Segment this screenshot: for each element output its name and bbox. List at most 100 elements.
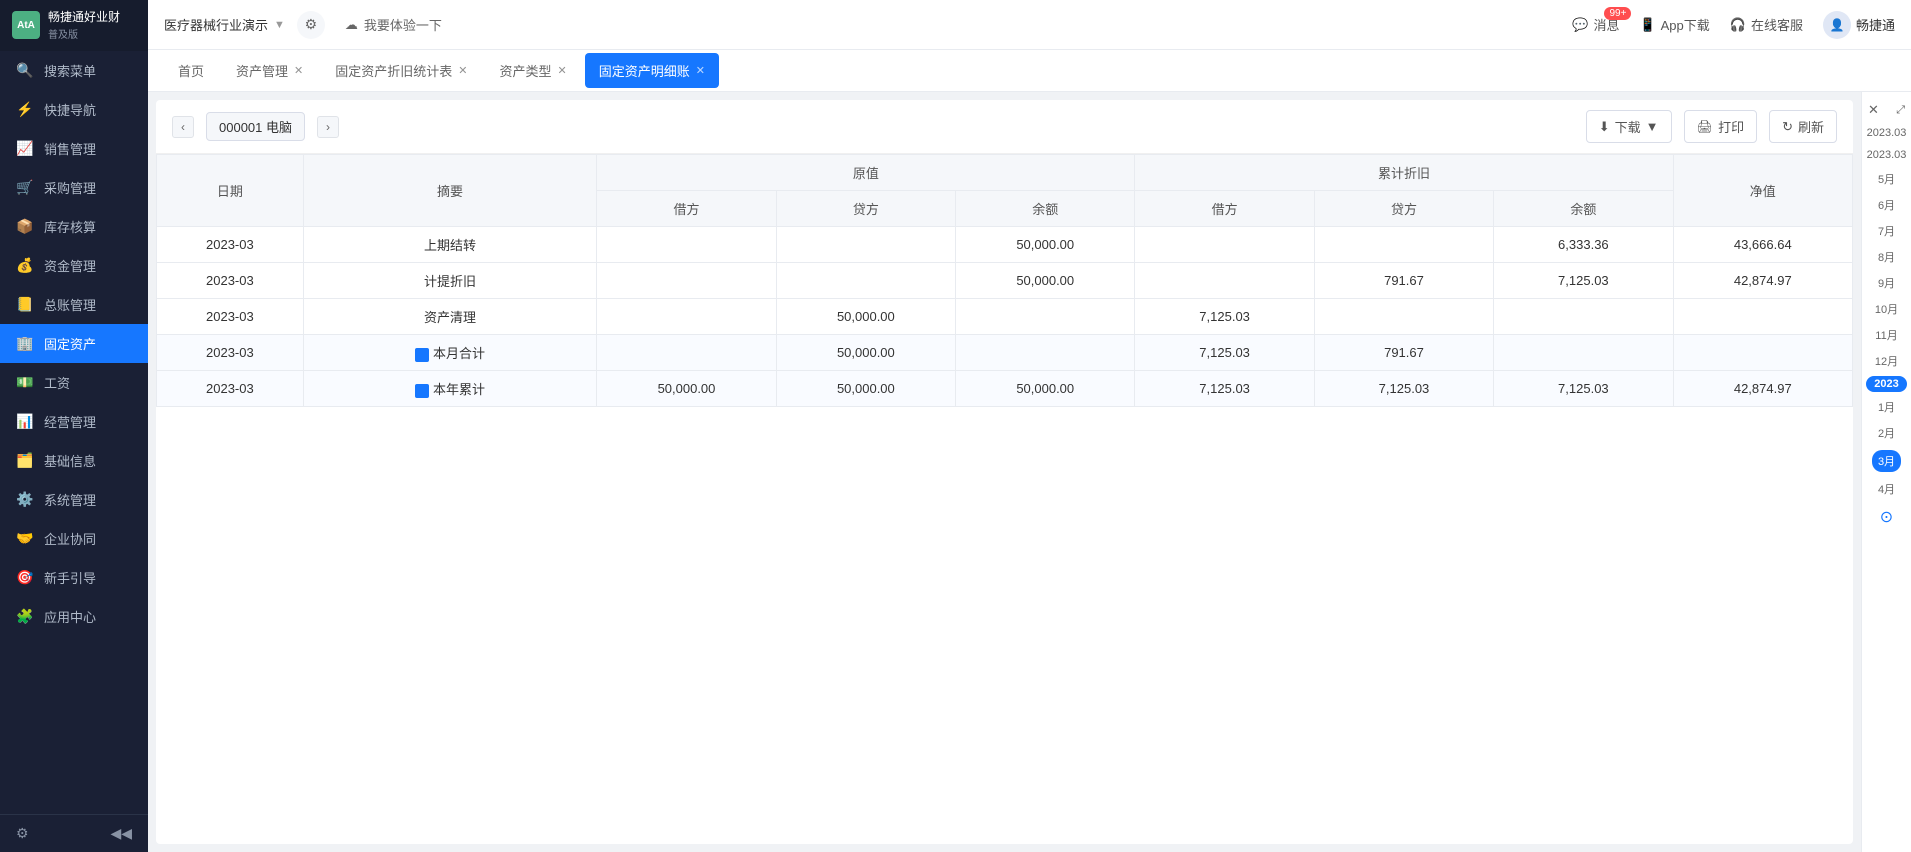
sidebar-item-app-center[interactable]: 🧩 应用中心 <box>0 597 148 636</box>
enterprise-icon: 🤝 <box>16 529 34 547</box>
timeline-month-7[interactable]: 7月 <box>1862 218 1911 244</box>
app-center-icon: 🧩 <box>16 607 34 625</box>
system-icon: ⚙️ <box>16 490 34 508</box>
message-icon: 💬 <box>1572 17 1588 33</box>
app-logo-icon: AtA <box>12 11 40 39</box>
timeline-month-9[interactable]: 9月 <box>1862 270 1911 296</box>
timeline-month-11[interactable]: 11月 <box>1862 322 1911 348</box>
refresh-icon: ↻ <box>1782 119 1793 135</box>
th-dep-debit: 借方 <box>1135 191 1314 227</box>
print-icon: 🖨 <box>1697 119 1714 135</box>
th-date: 日期 <box>157 155 304 227</box>
timeline-month-3-active[interactable]: 3月 <box>1872 450 1901 472</box>
sidebar-logo: AtA 畅捷通好业财 普及版 <box>0 0 148 51</box>
tab-close-asset-mgmt[interactable]: ✕ <box>294 64 303 77</box>
sidebar-item-funds[interactable]: 💰 资金管理 <box>0 246 148 285</box>
asset-code-tag: 000001 电脑 <box>206 112 305 141</box>
timeline-month-6[interactable]: 6月 <box>1862 192 1911 218</box>
content-panel: ‹ 000001 电脑 › ⬇ 下载 ▼ 🖨 打印 ↻ 刷新 <box>156 100 1853 844</box>
sidebar-item-system[interactable]: ⚙️ 系统管理 <box>0 480 148 519</box>
download-button[interactable]: ⬇ 下载 ▼ <box>1586 110 1672 143</box>
timeline-month-12[interactable]: 12月 <box>1862 348 1911 374</box>
topbar: 医疗器械行业演示 ▼ ⚙ ☁ 我要体验一下 💬 消息 99+ 📱 App下载 🎧… <box>148 0 1911 50</box>
next-asset-button[interactable]: › <box>317 116 339 138</box>
timeline-bottom-circle[interactable]: ⊙ <box>1862 502 1911 532</box>
avatar: 👤 <box>1823 11 1851 39</box>
prev-asset-button[interactable]: ‹ <box>172 116 194 138</box>
asset-detail-table: 日期 摘要 原值 累计折旧 净值 借方 贷方 余额 借方 贷方 余额 <box>156 154 1853 407</box>
sidebar-item-quick-nav[interactable]: ⚡ 快捷导航 <box>0 90 148 129</box>
print-button[interactable]: 🖨 打印 <box>1684 110 1758 143</box>
sidebar-item-purchase[interactable]: 🛒 采购管理 <box>0 168 148 207</box>
timeline-date-2023-03-top[interactable]: 2023.03 <box>1862 122 1911 144</box>
tab-home[interactable]: 首页 <box>164 53 218 88</box>
download-dropdown-arrow: ▼ <box>1646 119 1659 134</box>
sidebar-item-payroll[interactable]: 💵 工资 <box>0 363 148 402</box>
timeline-year-2023-badge[interactable]: 2023 <box>1866 376 1906 392</box>
timeline-header: ✕ ⤢ <box>1862 98 1911 122</box>
timeline-month-10[interactable]: 10月 <box>1862 296 1911 322</box>
tab-close-depreciation-stats[interactable]: ✕ <box>458 64 467 77</box>
timeline-expand-button[interactable]: ⤢ <box>1896 104 1905 117</box>
lightning-icon: ⚡ <box>16 100 34 118</box>
sidebar-item-base-info[interactable]: 🗂️ 基础信息 <box>0 441 148 480</box>
sidebar-item-enterprise[interactable]: 🤝 企业协同 <box>0 519 148 558</box>
timeline-month-4[interactable]: 4月 <box>1862 476 1911 502</box>
th-dep-balance: 余额 <box>1494 191 1673 227</box>
sidebar-item-search[interactable]: 🔍 搜索菜单 <box>0 51 148 90</box>
tab-asset-mgmt[interactable]: 资产管理 ✕ <box>222 53 317 88</box>
yearly-icon <box>415 384 429 398</box>
online-service-button[interactable]: 🎧 在线客服 <box>1730 15 1803 34</box>
timeline-close-button[interactable]: ✕ <box>1868 102 1879 118</box>
table-row: 2023-03 资产清理 50,000.00 7,125.03 <box>157 299 1853 335</box>
tab-depreciation-stats[interactable]: 固定资产折旧统计表 ✕ <box>321 53 481 88</box>
sidebar-item-inventory[interactable]: 📦 库存核算 <box>0 207 148 246</box>
sidebar-item-sales[interactable]: 📈 销售管理 <box>0 129 148 168</box>
th-dep-credit: 贷方 <box>1314 191 1493 227</box>
timeline-month-1[interactable]: 1月 <box>1862 394 1911 420</box>
timeline-month-2[interactable]: 2月 <box>1862 420 1911 446</box>
data-table-container: 日期 摘要 原值 累计折旧 净值 借方 贷方 余额 借方 贷方 余额 <box>156 154 1853 844</box>
payroll-icon: 💵 <box>16 373 34 391</box>
settings-gear-icon[interactable]: ⚙ <box>16 825 29 842</box>
content-toolbar: ‹ 000001 电脑 › ⬇ 下载 ▼ 🖨 打印 ↻ 刷新 <box>156 100 1853 154</box>
th-orig-balance: 余额 <box>956 191 1135 227</box>
ledger-icon: 📒 <box>16 295 34 313</box>
content-area: ‹ 000001 电脑 › ⬇ 下载 ▼ 🖨 打印 ↻ 刷新 <box>148 92 1911 852</box>
app-download-button[interactable]: 📱 App下载 <box>1639 15 1709 34</box>
collapse-icon[interactable]: ◀◀ <box>110 825 132 842</box>
experience-button[interactable]: ☁ 我要体验一下 <box>345 15 442 34</box>
search-icon: 🔍 <box>16 61 34 79</box>
timeline-date-2023-03[interactable]: 2023.03 <box>1862 144 1911 166</box>
sidebar-item-operations[interactable]: 📊 经营管理 <box>0 402 148 441</box>
download-icon: ⬇ <box>1599 119 1610 135</box>
base-info-icon: 🗂️ <box>16 451 34 469</box>
sidebar-item-ledger[interactable]: 📒 总账管理 <box>0 285 148 324</box>
sidebar-nav: 🔍 搜索菜单 ⚡ 快捷导航 📈 销售管理 🛒 采购管理 📦 库存核算 💰 资金管… <box>0 51 148 814</box>
tab-close-asset-type[interactable]: ✕ <box>558 64 567 77</box>
tab-asset-type[interactable]: 资产类型 ✕ <box>485 53 580 88</box>
user-profile[interactable]: 👤 畅捷通 <box>1823 11 1895 39</box>
messages-button[interactable]: 💬 消息 99+ <box>1572 15 1619 34</box>
table-row: 2023-03 上期结转 50,000.00 6,333.36 43,666.6… <box>157 227 1853 263</box>
sales-icon: 📈 <box>16 139 34 157</box>
timeline-month-8[interactable]: 8月 <box>1862 244 1911 270</box>
th-original-value: 原值 <box>597 155 1135 191</box>
tab-close-asset-detail[interactable]: ✕ <box>696 64 705 77</box>
company-selector[interactable]: 医疗器械行业演示 ▼ <box>164 15 285 34</box>
topbar-actions: 💬 消息 99+ 📱 App下载 🎧 在线客服 👤 畅捷通 <box>1572 11 1895 39</box>
tab-asset-detail[interactable]: 固定资产明细账 ✕ <box>585 53 719 88</box>
refresh-button[interactable]: ↻ 刷新 <box>1769 110 1837 143</box>
table-row: 2023-03 计提折旧 50,000.00 791.67 7,125.03 4… <box>157 263 1853 299</box>
timeline-month-5[interactable]: 5月 <box>1862 166 1911 192</box>
sidebar-item-guide[interactable]: 🎯 新手引导 <box>0 558 148 597</box>
inventory-icon: 📦 <box>16 217 34 235</box>
app-logo-text: 畅捷通好业财 普及版 <box>48 10 120 41</box>
th-net-value: 净值 <box>1673 155 1852 227</box>
download-icon: 📱 <box>1639 17 1655 33</box>
sidebar-item-fixed-assets[interactable]: 🏢 固定资产 <box>0 324 148 363</box>
company-settings-button[interactable]: ⚙ <box>297 11 325 39</box>
tab-bar: 首页 资产管理 ✕ 固定资产折旧统计表 ✕ 资产类型 ✕ 固定资产明细账 ✕ <box>148 50 1911 92</box>
timeline-panel: ✕ ⤢ 2023.03 2023.03 5月 6月 7月 8月 9月 10月 1… <box>1861 92 1911 852</box>
th-orig-credit: 贷方 <box>776 191 955 227</box>
